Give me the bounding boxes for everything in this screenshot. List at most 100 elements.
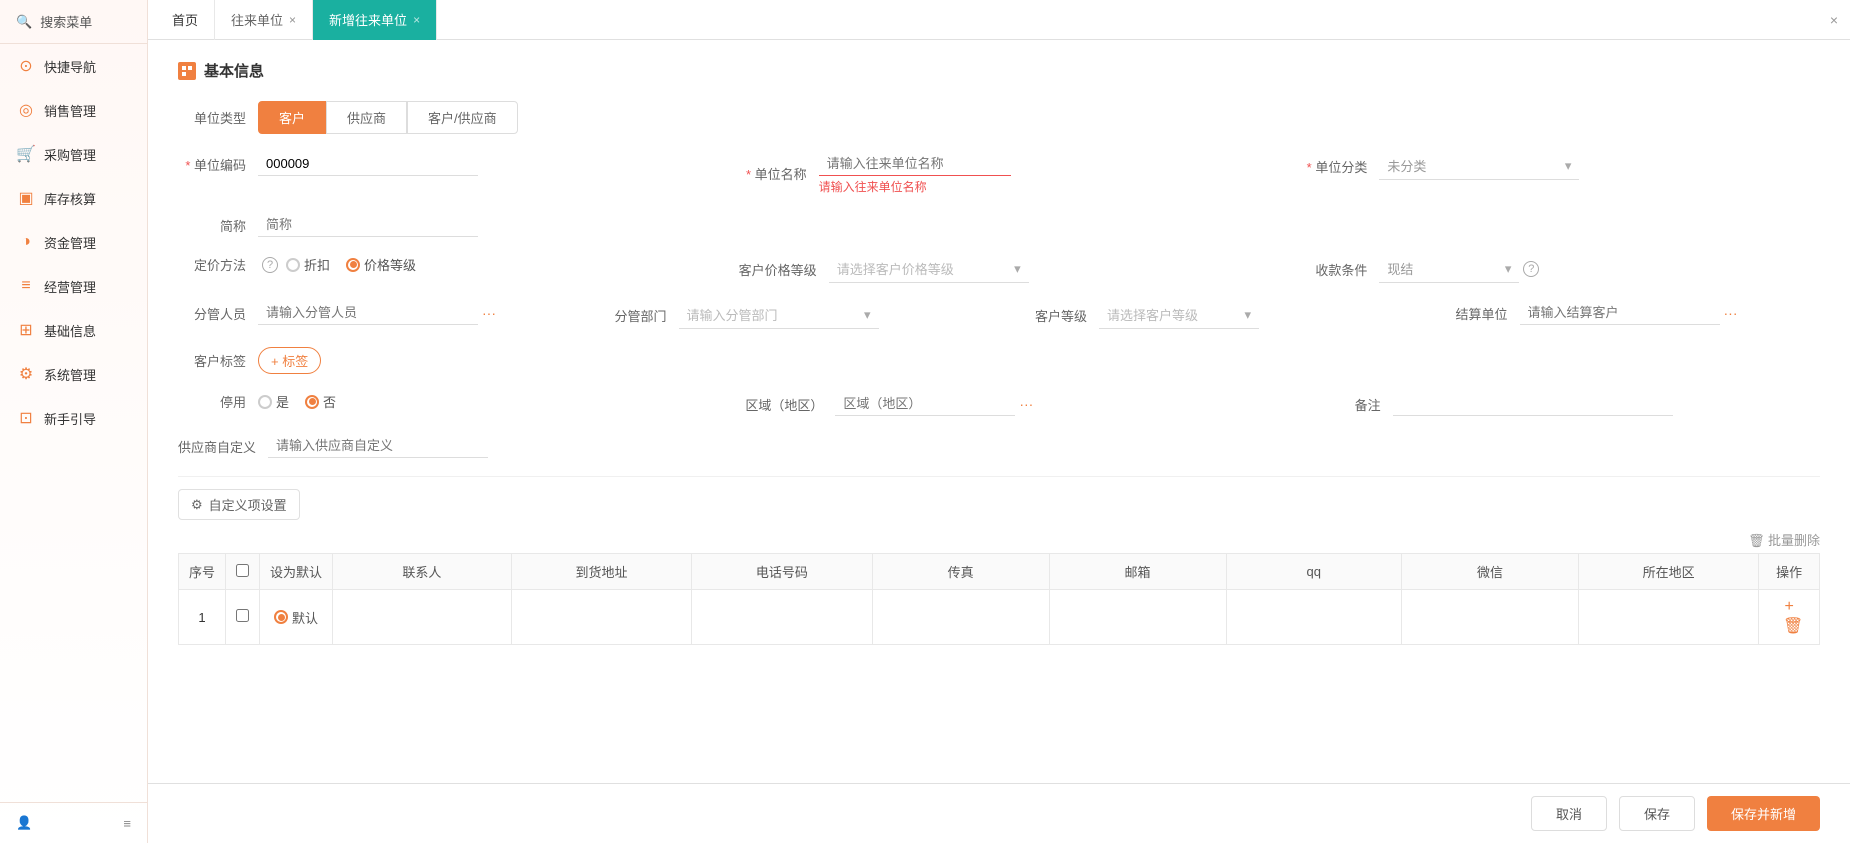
address-input[interactable] <box>522 610 681 625</box>
sidebar-item-guide[interactable]: ⊡ 新手引导 <box>0 396 147 440</box>
field-disabled: 停用 是 否 <box>178 392 685 411</box>
unit-code-input[interactable] <box>258 152 478 176</box>
batch-delete-button[interactable]: 🗑 批量删除 <box>178 530 1820 549</box>
cancel-button[interactable]: 取消 <box>1531 796 1607 831</box>
table-region-input[interactable] <box>1589 610 1748 625</box>
disabled-label: 停用 <box>178 392 258 411</box>
manager-ellipsis[interactable]: ··· <box>478 305 500 321</box>
sidebar-item-label: 销售管理 <box>44 101 96 120</box>
sidebar-search[interactable]: 🔍 搜索菜单 <box>0 0 147 44</box>
tab-new-close[interactable]: × <box>413 13 420 27</box>
search-icon: 🔍 <box>16 14 32 30</box>
col-fax: 传真 <box>872 554 1049 590</box>
supplier-custom-label: 供应商自定义 <box>178 437 268 456</box>
radio-price-level[interactable]: 价格等级 <box>346 255 416 274</box>
settlement-unit-label: 结算单位 <box>1440 304 1520 323</box>
customer-level-label: 客户等级 <box>1019 306 1099 325</box>
sidebar-item-label: 采购管理 <box>44 145 96 164</box>
sidebar-item-system[interactable]: ⚙ 系统管理 <box>0 352 147 396</box>
batch-delete-label: 批量删除 <box>1768 533 1820 548</box>
tab-new-counterpart[interactable]: 新增往来单位 × <box>313 0 437 40</box>
save-new-button[interactable]: 保存并新增 <box>1707 796 1820 831</box>
tabbar: 首页 往来单位 × 新增往来单位 × × <box>148 0 1850 40</box>
short-name-input[interactable] <box>258 213 478 237</box>
cell-actions: + 🗑 <box>1759 590 1820 645</box>
sidebar-item-finance[interactable]: ◑ 资金管理 <box>0 220 147 264</box>
sidebar-bottom[interactable]: 👤 ≡ <box>0 802 147 843</box>
qq-input[interactable] <box>1237 610 1391 625</box>
col-region: 所在地区 <box>1578 554 1758 590</box>
radio-no[interactable]: 否 <box>305 392 336 411</box>
field-manager: 分管人员 ··· <box>178 301 559 325</box>
field-customer-price-level: 客户价格等级 请选择客户价格等级 ▾ <box>739 255 1260 283</box>
col-wechat: 微信 <box>1401 554 1578 590</box>
row-checkbox[interactable] <box>236 609 249 622</box>
unit-type-both-button[interactable]: 客户/供应商 <box>407 101 518 134</box>
section-icon <box>178 62 196 80</box>
field-supplier-custom: 供应商自定义 <box>178 434 1820 458</box>
settlement-unit-input[interactable] <box>1520 301 1720 325</box>
window-close-button[interactable]: × <box>1830 12 1838 28</box>
contacts-table: 序号 设为默认 联系人 到货地址 电话号码 传真 邮箱 qq 微信 所在地区 操… <box>178 553 1820 645</box>
radio-discount[interactable]: 折扣 <box>286 255 330 274</box>
wechat-input[interactable] <box>1412 610 1568 625</box>
tab-counterpart-close[interactable]: × <box>289 13 296 27</box>
unit-name-error: 请输入往来单位名称 <box>819 178 1011 195</box>
settlement-ellipsis[interactable]: ··· <box>1720 305 1742 321</box>
row-default-radio[interactable]: 默认 <box>274 608 318 627</box>
sidebar-item-label: 库存核算 <box>44 189 96 208</box>
remarks-label: 备注 <box>1313 395 1393 414</box>
cell-default: 默认 <box>260 590 333 645</box>
cell-address <box>511 590 691 645</box>
customer-level-select[interactable]: 请选择客户等级 ▾ <box>1099 301 1259 329</box>
basics-icon: ⊞ <box>16 320 36 340</box>
sidebar-item-purchase[interactable]: 🛒 采购管理 <box>0 132 147 176</box>
unit-type-customer-button[interactable]: 客户 <box>258 101 326 134</box>
field-unit-code: 单位编码 <box>178 152 699 176</box>
radio-discount-circle <box>286 258 300 272</box>
sidebar-item-inventory[interactable]: ▣ 库存核算 <box>0 176 147 220</box>
region-ellipsis[interactable]: ··· <box>1015 396 1037 412</box>
cpl-caret: ▾ <box>1014 261 1021 277</box>
field-unit-name: 单位名称 请输入往来单位名称 <box>739 152 1260 195</box>
sidebar-item-basics[interactable]: ⊞ 基础信息 <box>0 308 147 352</box>
unit-type-supplier-button[interactable]: 供应商 <box>326 101 407 134</box>
phone-input[interactable] <box>702 610 861 625</box>
col-contact: 联系人 <box>333 554 512 590</box>
custom-settings-button[interactable]: ⚙ 自定义项设置 <box>178 489 300 520</box>
sidebar-item-sales[interactable]: ◎ 销售管理 <box>0 88 147 132</box>
remarks-input[interactable] <box>1393 392 1673 416</box>
quick-nav-icon: ⊙ <box>16 56 36 76</box>
unit-name-input[interactable] <box>819 152 1011 176</box>
add-tag-button[interactable]: + 标签 <box>258 347 321 374</box>
unit-category-value: 未分类 <box>1387 156 1560 175</box>
save-button[interactable]: 保存 <box>1619 796 1695 831</box>
pricing-help-icon[interactable]: ? <box>262 257 278 273</box>
row-disabled-region: 停用 是 否 区域（地区） ··· 备注 <box>178 392 1820 416</box>
tab-counterpart[interactable]: 往来单位 × <box>215 0 313 40</box>
col-default: 设为默认 <box>260 554 333 590</box>
region-input[interactable] <box>835 392 1015 416</box>
department-select[interactable]: 请输入分管部门 ▾ <box>679 301 879 329</box>
manager-input[interactable] <box>258 301 478 325</box>
tab-home[interactable]: 首页 <box>156 0 215 40</box>
payment-terms-select[interactable]: 现结 ▾ <box>1379 255 1519 283</box>
sidebar-item-quick-nav[interactable]: ⊙ 快捷导航 <box>0 44 147 88</box>
add-row-button[interactable]: + <box>1785 598 1794 615</box>
col-index: 序号 <box>179 554 226 590</box>
cell-checkbox <box>226 590 260 645</box>
select-all-checkbox[interactable] <box>236 564 249 577</box>
radio-yes[interactable]: 是 <box>258 392 289 411</box>
sidebar-item-operation[interactable]: ≡ 经营管理 <box>0 264 147 308</box>
payment-terms-help-icon[interactable]: ? <box>1523 261 1539 277</box>
fax-input[interactable] <box>883 610 1039 625</box>
unit-category-select[interactable]: 未分类 ▾ <box>1379 152 1579 180</box>
contact-input[interactable] <box>343 610 501 625</box>
customer-tags-label: 客户标签 <box>178 351 258 370</box>
customer-price-level-select[interactable]: 请选择客户价格等级 ▾ <box>829 255 1029 283</box>
cell-phone <box>692 590 872 645</box>
email-input[interactable] <box>1060 610 1216 625</box>
supplier-custom-input[interactable] <box>268 434 488 458</box>
sidebar-item-label: 经营管理 <box>44 277 96 296</box>
delete-row-button[interactable]: 🗑 <box>1783 618 1803 635</box>
